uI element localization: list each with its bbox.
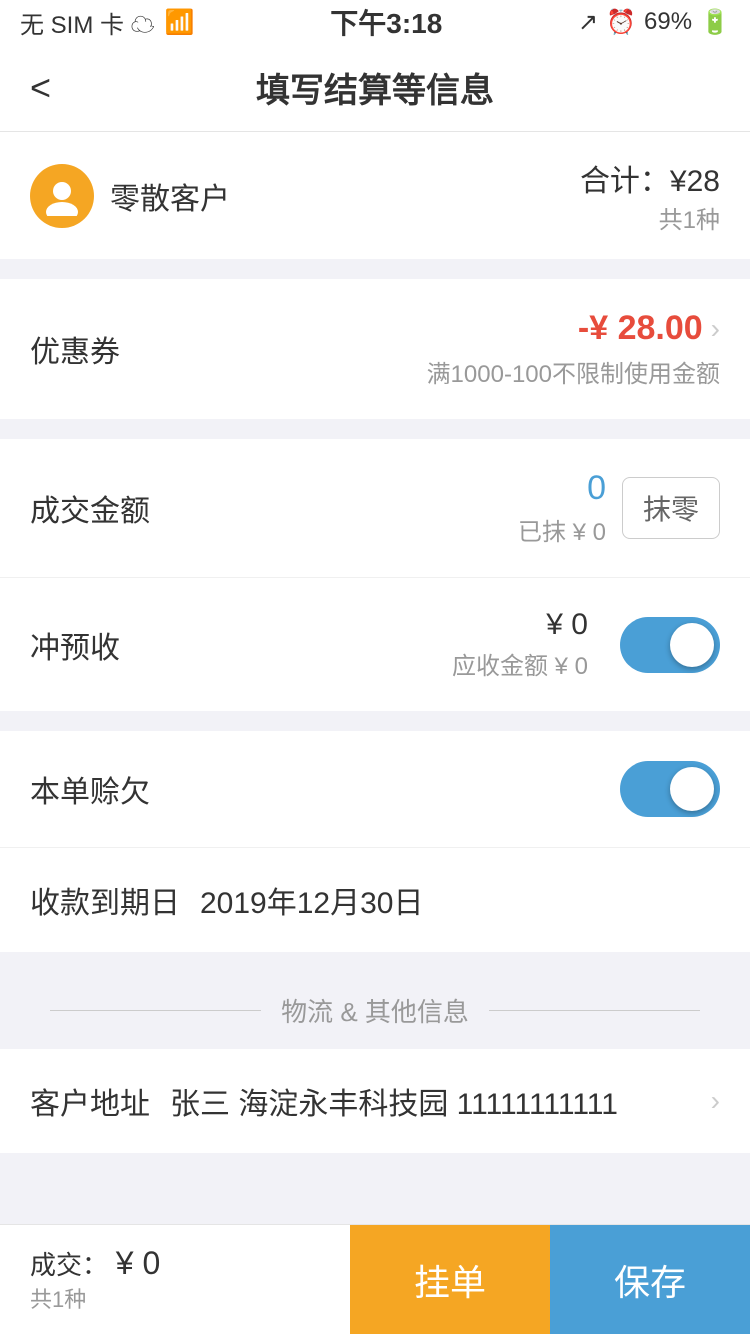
address-label: 客户地址	[30, 1079, 150, 1123]
pre-receive-right: ¥ 0 应收金额 ¥ 0	[452, 608, 720, 681]
bottom-deal-row: 成交： ¥ 0	[30, 1245, 320, 1282]
customer-count: 共1种	[580, 200, 720, 235]
debt-label: 本单赊欠	[30, 767, 150, 811]
wifi-icon: 📶	[165, 8, 195, 37]
pre-receive-values: ¥ 0 应收金额 ¥ 0	[452, 608, 588, 681]
coupon-section: 优惠券 -¥ 28.00 › 满1000-100不限制使用金额	[0, 279, 750, 419]
roundoff-button[interactable]: 抹零	[622, 477, 720, 539]
deal-amount-row: 成交金额 0 已抹 ¥ 0 抹零	[0, 439, 750, 578]
logistics-header-text: 物流 & 其他信息	[281, 992, 469, 1029]
deal-amount-value[interactable]: 0	[518, 469, 606, 508]
due-date-row: 收款到期日 2019年12月30日	[0, 848, 750, 952]
debt-toggle[interactable]	[620, 761, 720, 817]
nav-bar: < 填写结算等信息	[0, 44, 750, 132]
customer-name: 零散客户	[110, 174, 230, 218]
sim-status: 无 SIM 卡 ☁	[20, 5, 155, 40]
deal-amount-sub: 已抹 ¥ 0	[518, 512, 606, 547]
status-left: 无 SIM 卡 ☁ 📶	[20, 5, 195, 40]
save-button-label: 保存	[614, 1254, 686, 1306]
coupon-value-row: -¥ 28.00 ›	[578, 309, 720, 348]
pre-receive-sub: 应收金额 ¥ 0	[452, 646, 588, 681]
due-date-value: 2019年12月30日	[200, 878, 423, 922]
bottom-deal-label: 成交：	[30, 1250, 108, 1280]
address-chevron-icon: ›	[711, 1085, 720, 1117]
due-date-label: 收款到期日	[30, 878, 180, 922]
battery-icon: 🔋	[700, 8, 730, 37]
customer-avatar	[30, 164, 94, 228]
alarm-icon: ⏰	[606, 8, 636, 37]
hold-button-label: 挂单	[414, 1254, 486, 1306]
coupon-sub-text: 满1000-100不限制使用金额	[427, 354, 720, 389]
page-title: 填写结算等信息	[256, 63, 494, 112]
pre-receive-toggle[interactable]	[620, 617, 720, 673]
deal-amount-right: 0 已抹 ¥ 0 抹零	[518, 469, 720, 547]
debt-section: 本单赊欠 收款到期日 2019年12月30日	[0, 731, 750, 952]
bottom-info: 成交： ¥ 0 共1种	[0, 1245, 350, 1314]
customer-total: 合计：¥28	[580, 156, 720, 200]
debt-right	[620, 761, 720, 817]
battery-level: 69%	[644, 8, 692, 36]
back-button[interactable]: <	[30, 67, 51, 109]
coupon-right: -¥ 28.00 › 满1000-100不限制使用金额	[427, 309, 720, 389]
save-button[interactable]: 保存	[550, 1225, 750, 1334]
hold-button[interactable]: 挂单	[350, 1225, 550, 1334]
bottom-deal-value: ¥ 0	[116, 1245, 160, 1281]
status-bar: 无 SIM 卡 ☁ 📶 下午3:18 ↗ ⏰ 69% 🔋	[0, 0, 750, 44]
logistics-section-header: 物流 & 其他信息	[0, 972, 750, 1049]
address-row[interactable]: 客户地址 张三 海淀永丰科技园 11111111111 ›	[0, 1049, 750, 1153]
transaction-section: 成交金额 0 已抹 ¥ 0 抹零 冲预收 ¥ 0 应收金额 ¥ 0	[0, 439, 750, 711]
coupon-discount-value: -¥ 28.00	[578, 309, 703, 348]
location-icon: ↗	[578, 8, 598, 37]
status-time: 下午3:18	[330, 2, 442, 42]
customer-total-area: 合计：¥28 共1种	[580, 156, 720, 235]
bottom-bar: 成交： ¥ 0 共1种 挂单 保存	[0, 1224, 750, 1334]
address-value: 张三 海淀永丰科技园 11111111111	[170, 1079, 711, 1123]
content-area: 零散客户 合计：¥28 共1种 优惠券 -¥ 28.00 › 满1000-100…	[0, 132, 750, 1293]
deal-amount-label: 成交金额	[30, 486, 150, 530]
pre-receive-row: 冲预收 ¥ 0 应收金额 ¥ 0	[0, 578, 750, 711]
coupon-chevron-icon: ›	[711, 313, 720, 345]
due-date-label-area: 收款到期日 2019年12月30日	[30, 878, 423, 922]
bottom-count: 共1种	[30, 1282, 320, 1314]
coupon-label: 优惠券	[30, 327, 120, 371]
pre-receive-label: 冲预收	[30, 623, 120, 667]
address-section: 客户地址 张三 海淀永丰科技园 11111111111 ›	[0, 1049, 750, 1153]
customer-section: 零散客户 合计：¥28 共1种	[0, 132, 750, 259]
debt-row: 本单赊欠	[0, 731, 750, 848]
amount-input-area: 0 已抹 ¥ 0	[518, 469, 606, 547]
customer-info: 零散客户	[30, 164, 230, 228]
coupon-row[interactable]: 优惠券 -¥ 28.00 › 满1000-100不限制使用金额	[0, 279, 750, 419]
status-right: ↗ ⏰ 69% 🔋	[578, 8, 730, 37]
pre-receive-main-value: ¥ 0	[452, 608, 588, 642]
